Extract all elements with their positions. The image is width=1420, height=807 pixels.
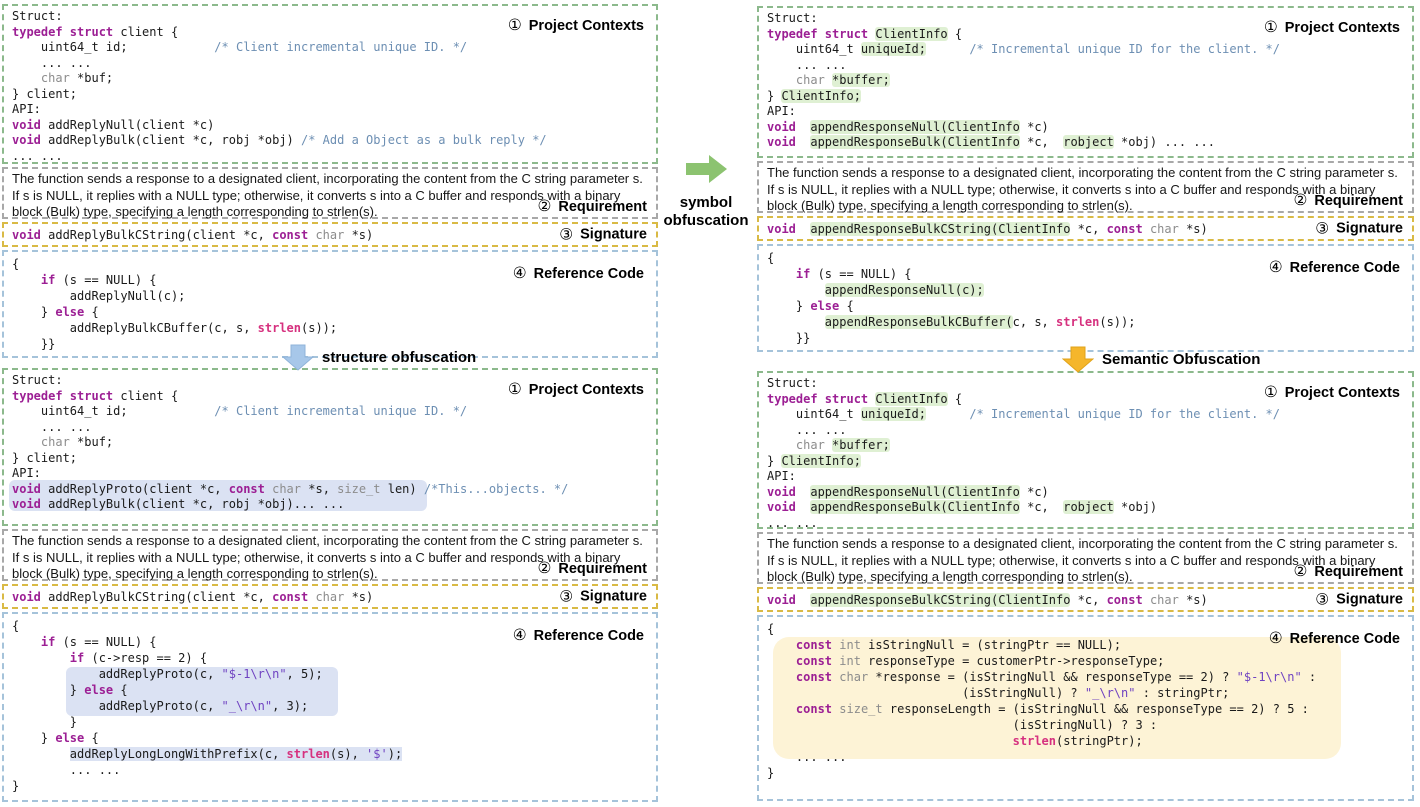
reference-code-box: { if (s == NULL) { appendResponseNull(c)…	[757, 244, 1414, 352]
signature-code: void addReplyBulkCString(client *c, cons…	[4, 224, 656, 247]
section-label-signature: ③ Signature	[1315, 219, 1403, 238]
section-label-requirement: ② Requirement	[1293, 193, 1403, 210]
project-contexts-box: Struct:typedef struct ClientInfo { uint6…	[757, 6, 1414, 158]
requirement-box: The function sends a response to a desig…	[757, 532, 1414, 584]
figure-canvas: Struct:typedef struct client { uint64_t …	[0, 0, 1420, 807]
panel-semantic-obfuscated: Struct:typedef struct ClientInfo { uint6…	[757, 371, 1414, 801]
circled-number: ④	[1269, 258, 1283, 277]
section-label-text: Signature	[580, 589, 647, 605]
section-label-reference: ④ Reference Code	[513, 626, 644, 645]
section-label-reference: ④ Reference Code	[513, 264, 644, 283]
section-label-requirement: ② Requirement	[537, 561, 647, 578]
down-arrow-icon	[1062, 346, 1094, 373]
section-label-text: Reference Code	[534, 628, 644, 644]
requirement-box: The function sends a response to a desig…	[2, 167, 658, 219]
structure-obfuscation-connector: structure obfuscation	[282, 344, 476, 371]
symbol-obfuscation-connector: symbol obfuscation	[655, 153, 757, 230]
section-label-text: Project Contexts	[1285, 385, 1400, 401]
section-label-text: Project Contexts	[529, 382, 644, 398]
requirement-box: The function sends a response to a desig…	[757, 161, 1414, 213]
circled-number: ①	[508, 16, 522, 35]
circled-number: ④	[513, 626, 527, 645]
circled-number: ③	[1315, 590, 1329, 609]
down-arrow-icon	[282, 344, 314, 371]
circled-number: ②	[1293, 193, 1307, 210]
reference-code-box: { const int isStringNull = (stringPtr ==…	[757, 615, 1414, 801]
semantic-obfuscation-connector: Semantic Obfuscation	[1062, 346, 1260, 373]
circled-number: ③	[559, 225, 573, 244]
signature-box: void appendResponseBulkCString(ClientInf…	[757, 216, 1414, 241]
section-label-text: Reference Code	[1290, 631, 1400, 647]
arrow-label: Semantic Obfuscation	[1102, 351, 1260, 368]
requirement-box: The function sends a response to a desig…	[2, 529, 658, 581]
section-label-signature: ③ Signature	[1315, 590, 1403, 609]
circled-number: ①	[1264, 383, 1278, 402]
panel-symbol-obfuscated: Struct:typedef struct ClientInfo { uint6…	[757, 6, 1414, 352]
section-label-text: Project Contexts	[1285, 20, 1400, 36]
arrow-label: symbol obfuscation	[655, 194, 757, 230]
circled-number: ④	[513, 264, 527, 283]
circled-number: ③	[559, 587, 573, 606]
circled-number: ③	[1315, 219, 1329, 238]
section-label-requirement: ② Requirement	[1293, 564, 1403, 581]
circled-number: ②	[1293, 564, 1307, 581]
section-label-context: ① Project Contexts	[1264, 18, 1400, 37]
signature-box: void appendResponseBulkCString(ClientInf…	[757, 587, 1414, 612]
panel-original: Struct:typedef struct client { uint64_t …	[2, 4, 658, 346]
section-label-text: Signature	[580, 227, 647, 243]
section-label-text: Requirement	[558, 561, 647, 578]
reference-code-box: { if (s == NULL) { addReplyNull(c); } el…	[2, 250, 658, 358]
arrow-label: structure obfuscation	[322, 349, 476, 366]
right-arrow-icon	[684, 153, 728, 185]
section-label-text: Project Contexts	[529, 18, 644, 34]
section-label-text: Requirement	[558, 199, 647, 216]
project-contexts-box: Struct:typedef struct client { uint64_t …	[2, 368, 658, 526]
section-label-signature: ③ Signature	[559, 225, 647, 244]
section-label-text: Requirement	[1314, 193, 1403, 210]
project-contexts-box: Struct:typedef struct client { uint64_t …	[2, 4, 658, 164]
section-label-text: Signature	[1336, 592, 1403, 608]
signature-box: void addReplyBulkCString(client *c, cons…	[2, 584, 658, 609]
circled-number: ②	[537, 199, 551, 216]
section-label-reference: ④ Reference Code	[1269, 258, 1400, 277]
section-label-signature: ③ Signature	[559, 587, 647, 606]
section-label-text: Signature	[1336, 221, 1403, 237]
section-label-text: Reference Code	[534, 266, 644, 282]
section-label-requirement: ② Requirement	[537, 199, 647, 216]
section-label-text: Requirement	[1314, 564, 1403, 581]
circled-number: ①	[1264, 18, 1278, 37]
section-label-context: ① Project Contexts	[1264, 383, 1400, 402]
circled-number: ④	[1269, 629, 1283, 648]
panel-structure-obfuscated: Struct:typedef struct client { uint64_t …	[2, 368, 658, 802]
signature-code: void appendResponseBulkCString(ClientInf…	[759, 589, 1412, 612]
project-contexts-box: Struct:typedef struct ClientInfo { uint6…	[757, 371, 1414, 529]
circled-number: ①	[508, 380, 522, 399]
section-label-context: ① Project Contexts	[508, 380, 644, 399]
section-label-reference: ④ Reference Code	[1269, 629, 1400, 648]
signature-code: void addReplyBulkCString(client *c, cons…	[4, 586, 656, 609]
section-label-context: ① Project Contexts	[508, 16, 644, 35]
circled-number: ②	[537, 561, 551, 578]
reference-code-box: { if (s == NULL) { if (c->resp == 2) { a…	[2, 612, 658, 802]
signature-box: void addReplyBulkCString(client *c, cons…	[2, 222, 658, 247]
section-label-text: Reference Code	[1290, 260, 1400, 276]
signature-code: void appendResponseBulkCString(ClientInf…	[759, 218, 1412, 241]
